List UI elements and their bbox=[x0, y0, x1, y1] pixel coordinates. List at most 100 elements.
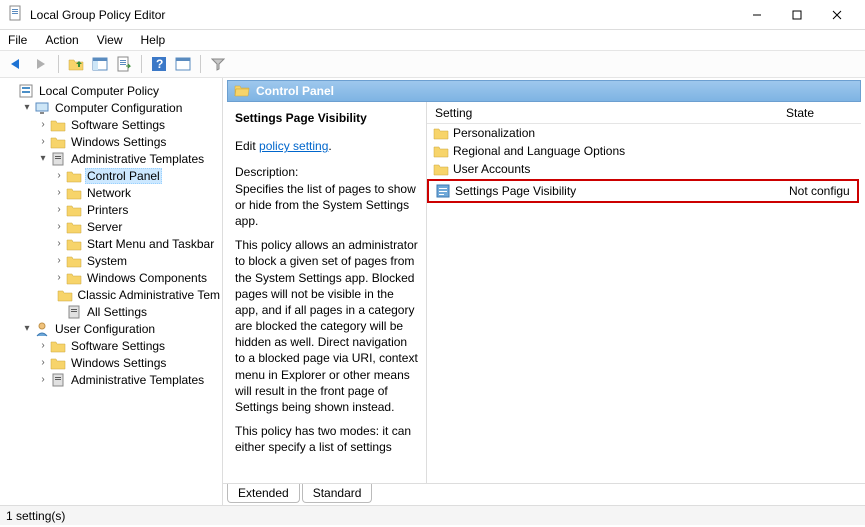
column-setting[interactable]: Setting bbox=[427, 106, 782, 120]
tree-item-label: Software Settings bbox=[69, 118, 167, 132]
folder-icon bbox=[66, 253, 82, 269]
tree-twisty[interactable]: › bbox=[52, 204, 66, 215]
folder-icon bbox=[50, 151, 66, 167]
help-button[interactable]: ? bbox=[148, 53, 170, 75]
up-button[interactable] bbox=[65, 53, 87, 75]
tree-item-label: Local Computer Policy bbox=[37, 84, 161, 98]
tree-item-software-settings[interactable]: › Software Settings bbox=[0, 116, 222, 133]
list-row[interactable]: User Accounts bbox=[427, 160, 861, 178]
statusbar: 1 setting(s) bbox=[0, 505, 865, 525]
tree-item-label: Administrative Templates bbox=[69, 373, 206, 387]
toolbar-separator bbox=[141, 55, 142, 73]
folder-icon bbox=[66, 185, 82, 201]
tab-standard[interactable]: Standard bbox=[302, 484, 373, 503]
menu-view[interactable]: View bbox=[97, 33, 123, 47]
setting-icon bbox=[435, 183, 451, 199]
show-hide-tree-button[interactable] bbox=[89, 53, 111, 75]
tree-twisty[interactable]: ▾ bbox=[36, 153, 50, 164]
folder-icon bbox=[57, 287, 73, 303]
tree-item-control-panel[interactable]: › Control Panel bbox=[0, 167, 222, 184]
folder-icon bbox=[50, 355, 66, 371]
tree-twisty[interactable]: ▾ bbox=[20, 102, 34, 113]
tree-twisty[interactable]: › bbox=[36, 136, 50, 147]
panel-header: Control Panel bbox=[227, 80, 861, 102]
tree-item-label: Printers bbox=[85, 203, 130, 217]
list-row[interactable]: Regional and Language Options bbox=[427, 142, 861, 160]
description-label: Description: bbox=[235, 164, 418, 180]
tree-item-label: Control Panel bbox=[85, 168, 162, 184]
status-text: 1 setting(s) bbox=[6, 509, 65, 523]
tree-item-all-settings[interactable]: All Settings bbox=[0, 303, 222, 320]
tab-extended[interactable]: Extended bbox=[227, 484, 300, 503]
menu-file[interactable]: File bbox=[8, 33, 27, 47]
tree-twisty[interactable]: › bbox=[52, 272, 66, 283]
tree-twisty[interactable]: › bbox=[52, 238, 66, 249]
tree-item-server[interactable]: › Server bbox=[0, 218, 222, 235]
folder-icon bbox=[34, 100, 50, 116]
tree-twisty[interactable]: › bbox=[36, 357, 50, 368]
toolbar: ? bbox=[0, 50, 865, 78]
tree-item-administrative-templates[interactable]: › Administrative Templates bbox=[0, 371, 222, 388]
forward-button[interactable] bbox=[30, 53, 52, 75]
tree-twisty[interactable]: › bbox=[52, 187, 66, 198]
tree-item-network[interactable]: › Network bbox=[0, 184, 222, 201]
edit-policy-link[interactable]: policy setting bbox=[259, 139, 328, 153]
tree-item-software-settings[interactable]: › Software Settings bbox=[0, 337, 222, 354]
properties-button[interactable] bbox=[172, 53, 194, 75]
back-button[interactable] bbox=[6, 53, 28, 75]
folder-icon bbox=[50, 338, 66, 354]
folder-icon bbox=[66, 168, 82, 184]
list-row[interactable]: Personalization bbox=[427, 124, 861, 142]
menubar: File Action View Help bbox=[0, 30, 865, 50]
export-button[interactable] bbox=[113, 53, 135, 75]
tree-item-label: User Configuration bbox=[53, 322, 157, 336]
tree-item-label: Server bbox=[85, 220, 124, 234]
tree-twisty[interactable]: › bbox=[36, 374, 50, 385]
tree-twisty[interactable]: › bbox=[52, 170, 66, 181]
tree-computer-configuration[interactable]: ▾ Computer Configuration bbox=[0, 99, 222, 116]
tree-item-label: Software Settings bbox=[69, 339, 167, 353]
tree-item-windows-components[interactable]: › Windows Components bbox=[0, 269, 222, 286]
folder-icon bbox=[433, 125, 449, 141]
folder-icon bbox=[66, 270, 82, 286]
menu-help[interactable]: Help bbox=[141, 33, 166, 47]
tree-twisty[interactable]: ▾ bbox=[20, 323, 34, 334]
titlebar: Local Group Policy Editor bbox=[0, 0, 865, 30]
tree-item-windows-settings[interactable]: › Windows Settings bbox=[0, 354, 222, 371]
tree-pane[interactable]: Local Computer Policy ▾ Computer Configu… bbox=[0, 78, 223, 505]
filter-button[interactable] bbox=[207, 53, 229, 75]
tree-item-start-menu-and-taskbar[interactable]: › Start Menu and Taskbar bbox=[0, 235, 222, 252]
list-item-state: Not configu bbox=[789, 184, 857, 198]
tree-item-printers[interactable]: › Printers bbox=[0, 201, 222, 218]
folder-icon bbox=[433, 161, 449, 177]
tree-item-windows-settings[interactable]: › Windows Settings bbox=[0, 133, 222, 150]
list-row[interactable]: Settings Page Visibility Not configu bbox=[427, 179, 859, 203]
edit-prefix: Edit bbox=[235, 139, 256, 153]
tree-twisty[interactable]: › bbox=[36, 340, 50, 351]
description-paragraph: This policy allows an administrator to b… bbox=[235, 237, 418, 415]
tree-item-classic-administrative-tem[interactable]: Classic Administrative Tem bbox=[0, 286, 222, 303]
list-item-name: User Accounts bbox=[453, 162, 783, 176]
tree-administrative-templates[interactable]: ▾ Administrative Templates bbox=[0, 150, 222, 167]
list-item-name: Regional and Language Options bbox=[453, 144, 783, 158]
tree-root[interactable]: Local Computer Policy bbox=[0, 82, 222, 99]
folder-icon bbox=[66, 236, 82, 252]
menu-action[interactable]: Action bbox=[45, 33, 78, 47]
minimize-button[interactable] bbox=[737, 0, 777, 30]
tree-twisty[interactable]: › bbox=[52, 221, 66, 232]
close-button[interactable] bbox=[817, 0, 857, 30]
settings-list[interactable]: Setting State Personalization Regional a… bbox=[427, 102, 861, 483]
tree-user-configuration[interactable]: ▾ User Configuration bbox=[0, 320, 222, 337]
app-title: Local Group Policy Editor bbox=[30, 8, 165, 22]
toolbar-separator bbox=[58, 55, 59, 73]
tree-item-label: Classic Administrative Tem bbox=[76, 288, 223, 302]
tree-item-system[interactable]: › System bbox=[0, 252, 222, 269]
tree-twisty[interactable]: › bbox=[36, 119, 50, 130]
folder-icon bbox=[18, 83, 34, 99]
tree-item-label: System bbox=[85, 254, 129, 268]
maximize-button[interactable] bbox=[777, 0, 817, 30]
tree-item-label: Network bbox=[85, 186, 133, 200]
list-item-name: Personalization bbox=[453, 126, 783, 140]
tree-twisty[interactable]: › bbox=[52, 255, 66, 266]
column-state[interactable]: State bbox=[782, 106, 861, 120]
